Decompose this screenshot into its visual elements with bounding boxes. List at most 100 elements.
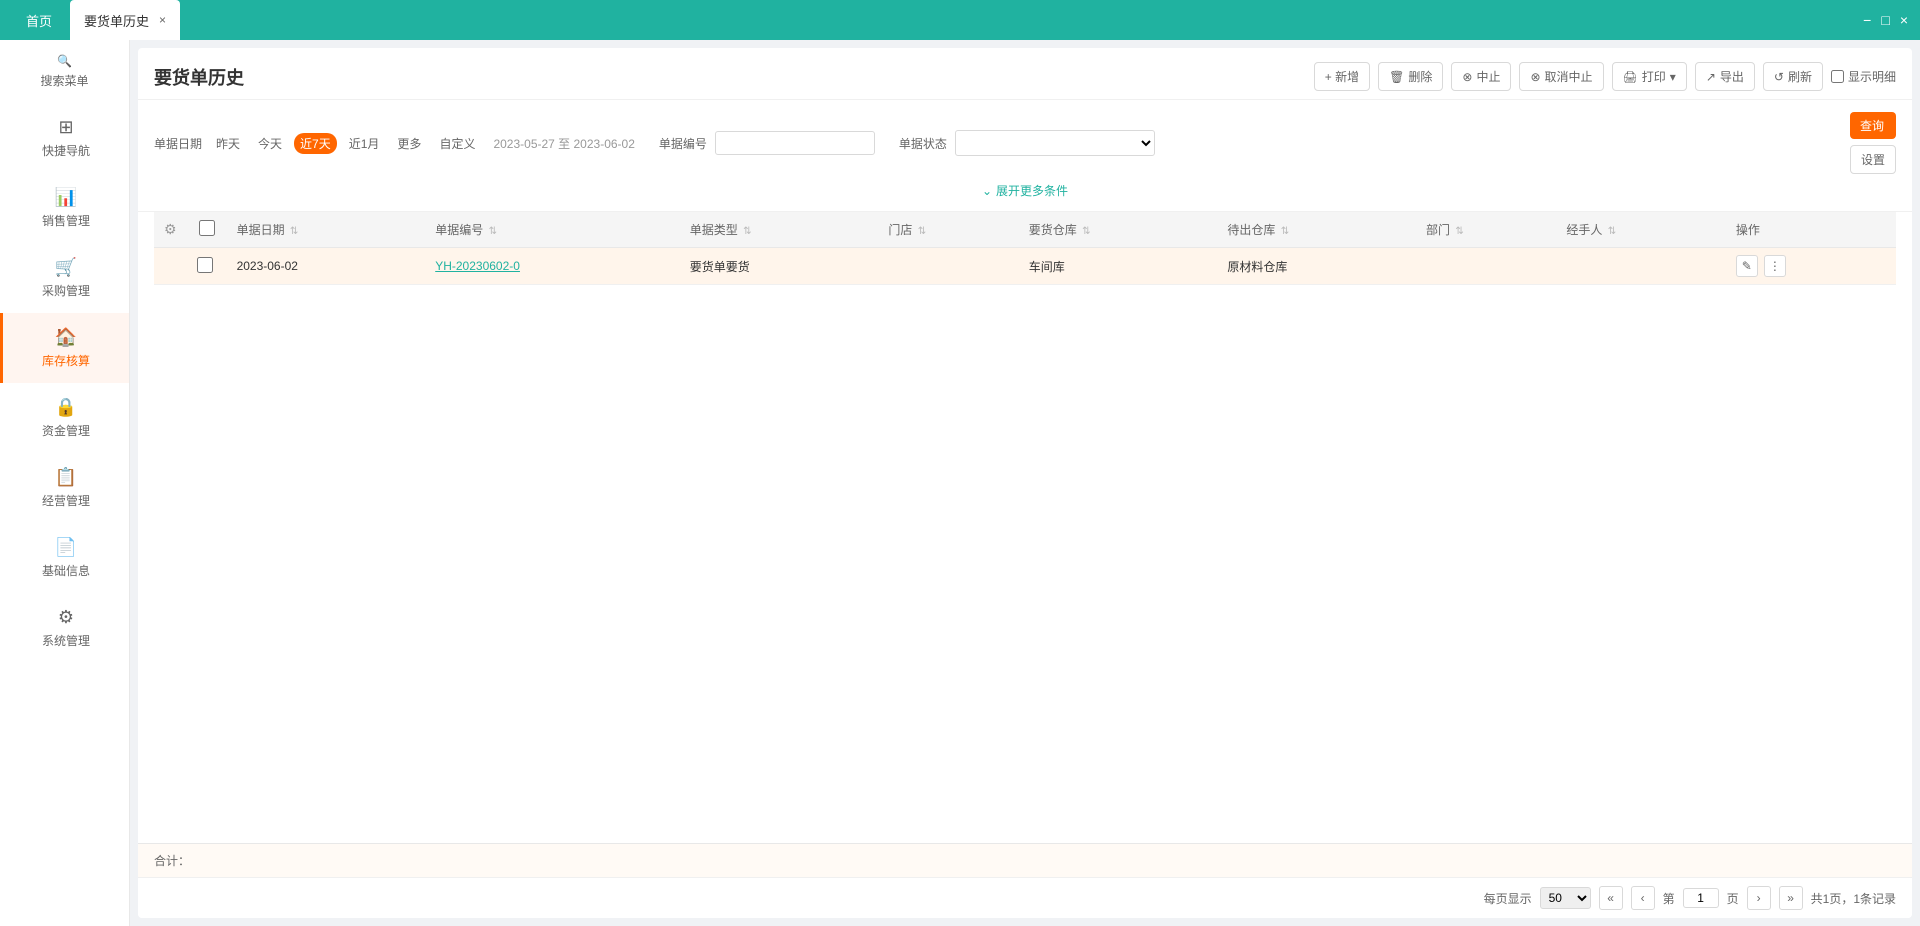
print-button[interactable]: 🖨 打印 ▾ — [1612, 62, 1687, 91]
sort-icon: ⇅ — [1455, 226, 1463, 237]
cancel-suspend-icon: ⊗ — [1530, 70, 1540, 84]
inventory-icon: 🏠 — [55, 327, 77, 348]
sort-icon: ⇅ — [1281, 226, 1289, 237]
new-button[interactable]: + 新增 — [1314, 62, 1370, 91]
suspend-button[interactable]: ⊗ 中止 — [1451, 62, 1511, 91]
sidebar-item-inventory[interactable]: 🏠 库存核算 — [0, 313, 129, 383]
page-size-select[interactable]: 50 20 100 — [1540, 887, 1591, 909]
col-settings: ⚙ — [154, 212, 187, 248]
sidebar-item-label: 系统管理 — [42, 632, 90, 649]
main-content: 要货单历史 + 新增 🗑 删除 ⊗ 中止 ⊗ 取消中止 — [130, 40, 1920, 926]
col-actions-header: 操作 — [1726, 212, 1896, 248]
page-label: 第 — [1663, 890, 1675, 907]
date-filter-label: 单据日期 — [154, 135, 202, 152]
window-controls: − □ × — [1863, 12, 1908, 28]
last-page-button[interactable]: » — [1779, 886, 1803, 910]
sidebar-item-system[interactable]: ⚙ 系统管理 — [0, 593, 129, 663]
row-date: 2023-06-02 — [227, 248, 426, 285]
close-tab-icon[interactable]: × — [159, 13, 166, 27]
pagination: 每页显示 50 20 100 « ‹ 第 页 › » 共1页，1条记录 — [138, 877, 1912, 918]
page-header: 要货单历史 + 新增 🗑 删除 ⊗ 中止 ⊗ 取消中止 — [138, 48, 1912, 100]
delete-button[interactable]: 🗑 删除 — [1378, 62, 1443, 91]
sort-icon: ⇅ — [290, 226, 298, 237]
row-settings — [154, 248, 187, 285]
sidebar-item-sales[interactable]: 📊 销售管理 — [0, 173, 129, 243]
settings-button[interactable]: 设置 — [1850, 145, 1896, 174]
column-settings-icon[interactable]: ⚙ — [164, 221, 177, 237]
row-actions: ✎ ⋮ — [1726, 248, 1896, 285]
page-size-label: 每页显示 — [1484, 890, 1532, 907]
row-no — [187, 248, 227, 285]
date-tab-yesterday[interactable]: 昨天 — [210, 133, 246, 154]
sidebar-item-quick-nav[interactable]: ⊞ 快捷导航 — [0, 103, 129, 173]
row-checkbox[interactable] — [197, 257, 213, 273]
home-tab[interactable]: 首页 — [12, 0, 66, 40]
cancel-suspend-button[interactable]: ⊗ 取消中止 — [1519, 62, 1603, 91]
filter-action-buttons: 查询 设置 — [1850, 112, 1896, 174]
system-icon: ⚙ — [58, 607, 74, 628]
next-page-button[interactable]: › — [1747, 886, 1771, 910]
export-icon: ↗ — [1706, 70, 1716, 84]
sidebar-item-label: 销售管理 — [42, 212, 90, 229]
col-order-no-header: 单据编号 ⇅ — [425, 212, 680, 248]
search-button[interactable]: 查询 — [1850, 112, 1896, 139]
first-page-button[interactable]: « — [1599, 886, 1623, 910]
row-more-button[interactable]: ⋮ — [1764, 255, 1786, 277]
quick-nav-icon: ⊞ — [58, 117, 73, 138]
expand-more-btn[interactable]: ⌄ 展开更多条件 — [154, 182, 1896, 199]
row-type: 要货单要货 — [680, 248, 879, 285]
minimize-icon[interactable]: − — [1863, 12, 1871, 28]
page-title: 要货单历史 — [154, 64, 244, 90]
export-button[interactable]: ↗ 导出 — [1695, 62, 1755, 91]
display-detail-checkbox-label[interactable]: 显示明细 — [1831, 68, 1896, 85]
page-number-input[interactable] — [1683, 888, 1719, 908]
row-action-buttons: ✎ ⋮ — [1736, 255, 1886, 277]
sidebar-item-finance[interactable]: 🔒 资金管理 — [0, 383, 129, 453]
date-tab-more[interactable]: 更多 — [391, 133, 427, 154]
refresh-button[interactable]: ↺ 刷新 — [1763, 62, 1823, 91]
row-handler — [1556, 248, 1725, 285]
date-tabs: 昨天 今天 近7天 近1月 更多 自定义 — [210, 133, 481, 154]
order-no-input[interactable] — [715, 131, 875, 155]
sidebar-item-operations[interactable]: 📋 经营管理 — [0, 453, 129, 523]
prev-page-button[interactable]: ‹ — [1631, 886, 1655, 910]
layout: 🔍 搜索菜单 ⊞ 快捷导航 📊 销售管理 🛒 采购管理 🏠 库存核算 🔒 资金管… — [0, 40, 1920, 926]
date-tab-today[interactable]: 今天 — [252, 133, 288, 154]
top-bar: 首页 要货单历史 × − □ × — [0, 0, 1920, 40]
col-pending-warehouse-header: 待出仓库 ⇅ — [1217, 212, 1416, 248]
status-select[interactable] — [955, 130, 1155, 156]
total-info: 共1页，1条记录 — [1811, 890, 1896, 907]
select-all-checkbox[interactable] — [199, 220, 215, 236]
active-tab[interactable]: 要货单历史 × — [70, 0, 180, 40]
date-tab-custom[interactable]: 自定义 — [433, 133, 481, 154]
search-icon: 🔍 — [57, 54, 72, 68]
display-detail-checkbox[interactable] — [1831, 70, 1844, 83]
maximize-icon[interactable]: □ — [1881, 12, 1889, 28]
filter-bar: 单据日期 昨天 今天 近7天 近1月 更多 自定义 2023-05-27 至 2… — [138, 100, 1912, 212]
sort-icon: ⇅ — [1082, 226, 1090, 237]
sidebar-item-purchase[interactable]: 🛒 采购管理 — [0, 243, 129, 313]
row-pending-warehouse: 原材料仓库 — [1217, 248, 1416, 285]
close-window-icon[interactable]: × — [1900, 12, 1908, 28]
sidebar-search[interactable]: 🔍 搜索菜单 — [0, 40, 129, 103]
sidebar-item-label: 库存核算 — [42, 352, 90, 369]
sidebar-item-label: 经营管理 — [42, 492, 90, 509]
base-info-icon: 📄 — [55, 537, 77, 558]
table-container: ⚙ 单据日期 ⇅ 单据编号 ⇅ — [138, 212, 1912, 843]
col-store-header: 门店 ⇅ — [878, 212, 1018, 248]
row-edit-button[interactable]: ✎ — [1736, 255, 1758, 277]
expand-icon: ⌄ — [982, 184, 992, 198]
print-dropdown-icon: ▾ — [1670, 70, 1676, 84]
sidebar: 🔍 搜索菜单 ⊞ 快捷导航 📊 销售管理 🛒 采购管理 🏠 库存核算 🔒 资金管… — [0, 40, 130, 926]
order-no-label: 单据编号 — [659, 135, 707, 152]
order-no-link[interactable]: YH-20230602-0 — [435, 259, 520, 273]
date-tab-1month[interactable]: 近1月 — [343, 133, 386, 154]
sort-icon: ⇅ — [743, 226, 751, 237]
date-filter: 单据日期 昨天 今天 近7天 近1月 更多 自定义 2023-05-27 至 2… — [154, 133, 635, 154]
row-req-warehouse: 车间库 — [1019, 248, 1218, 285]
refresh-icon: ↺ — [1774, 70, 1784, 84]
suspend-icon: ⊗ — [1462, 70, 1472, 84]
sidebar-item-base-info[interactable]: 📄 基础信息 — [0, 523, 129, 593]
sort-icon: ⇅ — [1608, 226, 1616, 237]
date-tab-7days[interactable]: 近7天 — [294, 133, 337, 154]
